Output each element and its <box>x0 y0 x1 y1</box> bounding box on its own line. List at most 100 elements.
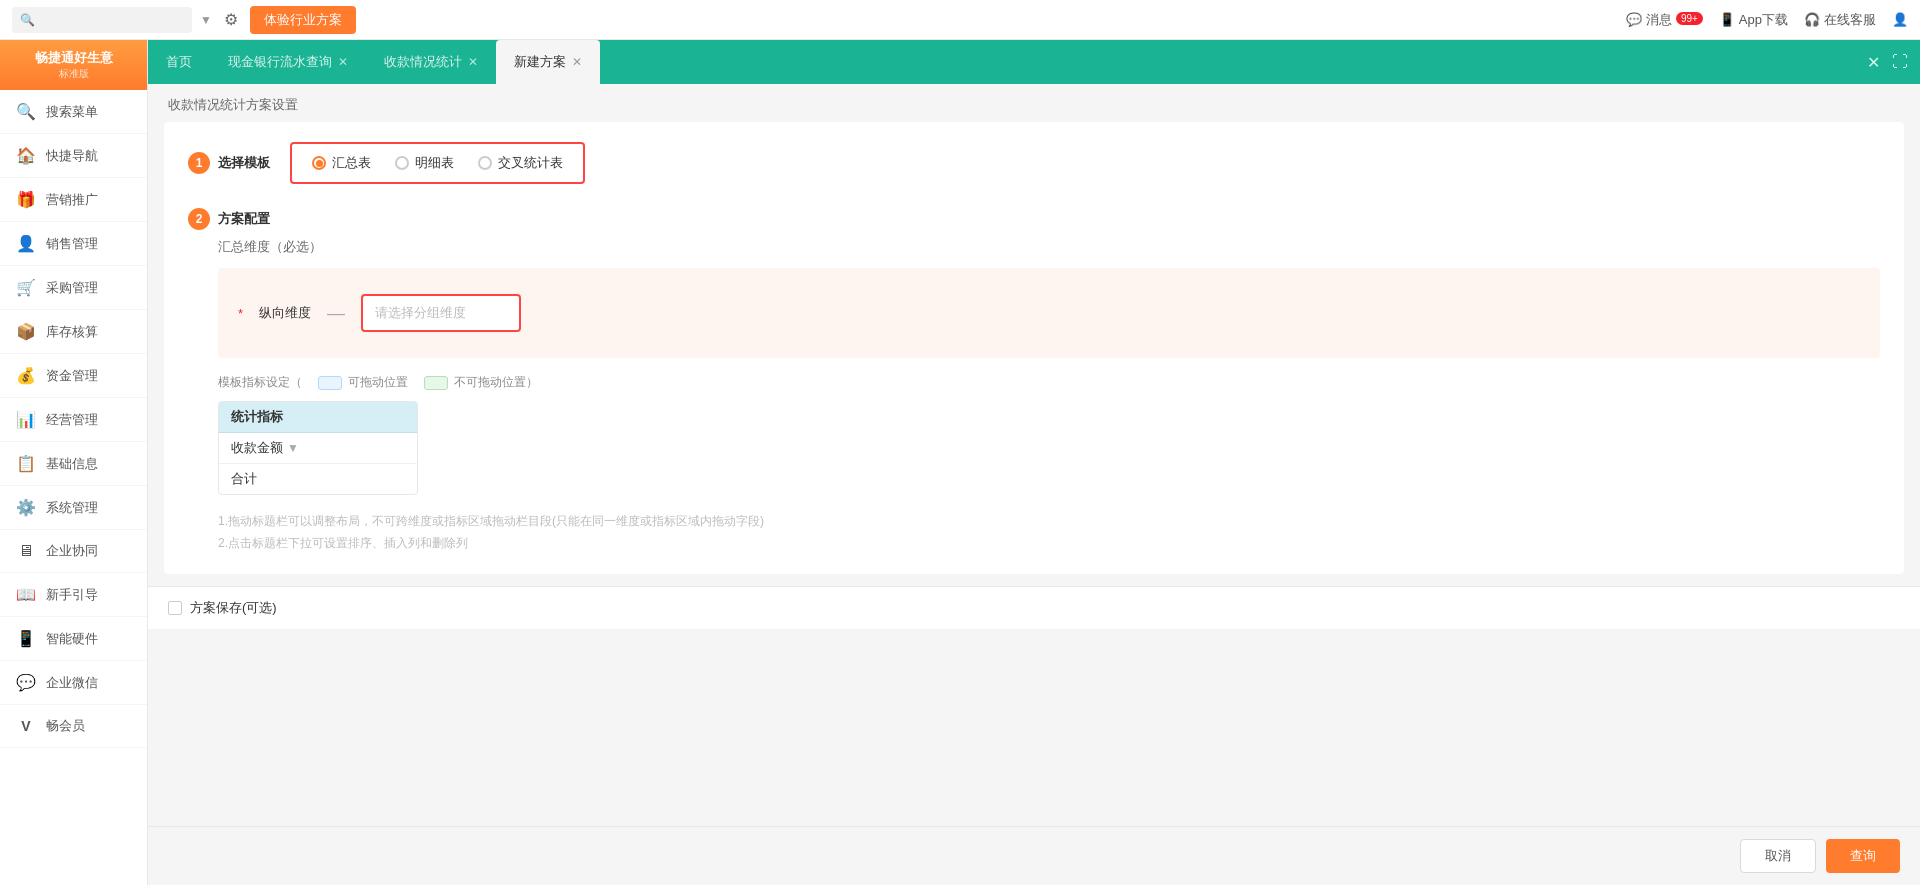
config-content: 汇总维度（必选） * 纵向维度 — 请选择分组维度 <box>188 238 1880 554</box>
dropdown-arrow-icon[interactable]: ▼ <box>200 13 212 27</box>
close-icon[interactable]: ✕ <box>1867 53 1880 72</box>
not-movable-color-box <box>424 376 448 390</box>
radio-summary[interactable]: 汇总表 <box>312 154 371 172</box>
hardware-icon: 📱 <box>16 629 36 648</box>
tab-bar: 首页 现金银行流水查询 ✕ 收款情况统计 ✕ 新建方案 ✕ ✕ ⛶ <box>148 40 1920 84</box>
tip2-text: 2.点击标题栏下拉可设置排序、插入列和删除列 <box>218 533 468 555</box>
content-area: 首页 现金银行流水查询 ✕ 收款情况统计 ✕ 新建方案 ✕ ✕ ⛶ 收款情况统计… <box>148 40 1920 885</box>
member-icon: V <box>16 718 36 734</box>
sidebar-item-collab[interactable]: 🖥 企业协同 <box>0 530 147 573</box>
info-icon: 📋 <box>16 454 36 473</box>
message-icon: 💬 <box>1626 12 1642 27</box>
chart-icon: 📊 <box>16 410 36 429</box>
page-content: 收款情况统计方案设置 1 选择模板 汇总表 明细表 <box>148 84 1920 826</box>
step2-row: 2 方案配置 <box>188 208 1880 230</box>
radio-circle-cross[interactable] <box>478 156 492 170</box>
col-dropdown-icon[interactable]: ▼ <box>287 441 299 455</box>
step1-num: 1 <box>188 152 210 174</box>
sidebar-item-system[interactable]: ⚙️ 系统管理 <box>0 486 147 530</box>
step1-row: 1 选择模板 汇总表 明细表 交叉统计表 <box>188 142 1880 184</box>
search-icon: 🔍 <box>20 13 35 27</box>
sidebar-item-guide[interactable]: 📖 新手引导 <box>0 573 147 617</box>
collab-icon: 🖥 <box>16 542 36 560</box>
movable-color-box <box>318 376 342 390</box>
sidebar-item-operation[interactable]: 📊 经营管理 <box>0 398 147 442</box>
logo: 畅捷通好生意 标准版 <box>0 40 147 90</box>
form-section: 1 选择模板 汇总表 明细表 交叉统计表 <box>164 122 1904 574</box>
step2-label: 方案配置 <box>218 210 270 228</box>
stat-table-col-row[interactable]: 收款金额 ▼ <box>219 433 417 464</box>
user-icon: 👤 <box>1892 12 1908 27</box>
download-icon: 📱 <box>1719 12 1735 27</box>
home-icon: 🏠 <box>16 146 36 165</box>
gift-icon: 🎁 <box>16 190 36 209</box>
sidebar-item-member[interactable]: V 畅会员 <box>0 705 147 748</box>
stat-table-header: 统计指标 <box>219 402 417 433</box>
indicator-meta-row: 模板指标设定（ 可拖动位置 不可拖动位置） <box>218 374 1880 391</box>
tab-bar-right: ✕ ⛶ <box>1867 53 1920 72</box>
tab-cash-flow[interactable]: 现金银行流水查询 ✕ <box>210 40 366 84</box>
tab-home[interactable]: 首页 <box>148 40 210 84</box>
search-icon: 🔍 <box>16 102 36 121</box>
tab-close-cash-flow[interactable]: ✕ <box>338 55 348 69</box>
sidebar-item-search[interactable]: 🔍 搜索菜单 <box>0 90 147 134</box>
indicator-section: 模板指标设定（ 可拖动位置 不可拖动位置） <box>218 374 1880 554</box>
tab-new-plan[interactable]: 新建方案 ✕ <box>496 40 600 84</box>
query-button[interactable]: 查询 <box>1826 839 1900 873</box>
tip2-row: 2.点击标题栏下拉可设置排序、插入列和删除列 <box>218 533 1880 555</box>
footer-bar: 取消 查询 <box>148 826 1920 885</box>
tab-close-collection-stat[interactable]: ✕ <box>468 55 478 69</box>
sidebar-item-finance[interactable]: 💰 资金管理 <box>0 354 147 398</box>
dimension-field-label: 纵向维度 <box>259 304 311 322</box>
sidebar: 畅捷通好生意 标准版 🔍 搜索菜单 🏠 快捷导航 🎁 营销推广 👤 销售管理 🛒… <box>0 40 148 885</box>
sidebar-item-nav[interactable]: 🏠 快捷导航 <box>0 134 147 178</box>
tip1-text: 1.拖动标题栏可以调整布局，不可跨维度或指标区域拖动栏目段(只能在同一维度或指标… <box>218 511 764 533</box>
sidebar-item-basic[interactable]: 📋 基础信息 <box>0 442 147 486</box>
money-icon: 💰 <box>16 366 36 385</box>
user-avatar[interactable]: 👤 <box>1892 12 1908 27</box>
movable-badge: 可拖动位置 <box>318 374 408 391</box>
indicator-title-text: 模板指标设定（ <box>218 374 302 391</box>
tab-close-new-plan[interactable]: ✕ <box>572 55 582 69</box>
col-label-item: 收款金额 ▼ <box>231 439 299 457</box>
asterisk-icon: * <box>238 306 243 321</box>
sidebar-item-hardware[interactable]: 📱 智能硬件 <box>0 617 147 661</box>
main-layout: 畅捷通好生意 标准版 🔍 搜索菜单 🏠 快捷导航 🎁 营销推广 👤 销售管理 🛒… <box>0 40 1920 885</box>
sidebar-item-wechat[interactable]: 💬 企业微信 <box>0 661 147 705</box>
sidebar-item-purchase[interactable]: 🛒 采购管理 <box>0 266 147 310</box>
service-icon: 🎧 <box>1804 12 1820 27</box>
dimension-select[interactable]: 请选择分组维度 <box>361 294 521 332</box>
dimension-row: * 纵向维度 — 请选择分组维度 <box>238 294 521 332</box>
message-item[interactable]: 💬 消息 99+ <box>1626 11 1703 29</box>
top-bar-right: 💬 消息 99+ 📱 App下载 🎧 在线客服 👤 <box>1626 11 1908 29</box>
box-icon: 📦 <box>16 322 36 341</box>
cart-icon: 🛒 <box>16 278 36 297</box>
guide-icon: 📖 <box>16 585 36 604</box>
search-box[interactable]: 🔍 <box>12 7 192 33</box>
save-checkbox[interactable] <box>168 601 182 615</box>
settings-icon: ⚙️ <box>16 498 36 517</box>
save-label: 方案保存(可选) <box>190 599 277 617</box>
trial-button[interactable]: 体验行业方案 <box>250 6 356 34</box>
step2-num: 2 <box>188 208 210 230</box>
radio-cross[interactable]: 交叉统计表 <box>478 154 563 172</box>
radio-detail[interactable]: 明细表 <box>395 154 454 172</box>
gear-icon[interactable]: ⚙ <box>224 10 238 29</box>
download-item[interactable]: 📱 App下载 <box>1719 11 1788 29</box>
expand-icon[interactable]: ⛶ <box>1892 53 1908 71</box>
stat-table-sum-row: 合计 <box>219 464 417 494</box>
wechat-icon: 💬 <box>16 673 36 692</box>
save-row: 方案保存(可选) <box>148 586 1920 629</box>
sidebar-item-inventory[interactable]: 📦 库存核算 <box>0 310 147 354</box>
sidebar-item-marketing[interactable]: 🎁 营销推广 <box>0 178 147 222</box>
sidebar-item-sales[interactable]: 👤 销售管理 <box>0 222 147 266</box>
cancel-button[interactable]: 取消 <box>1740 839 1816 873</box>
radio-circle-summary[interactable] <box>312 156 326 170</box>
service-item[interactable]: 🎧 在线客服 <box>1804 11 1876 29</box>
tip1-row: 1.拖动标题栏可以调整布局，不可跨维度或指标区域拖动栏目段(只能在同一维度或指标… <box>218 511 1880 533</box>
tips-section: 1.拖动标题栏可以调整布局，不可跨维度或指标区域拖动栏目段(只能在同一维度或指标… <box>218 511 1880 554</box>
radio-circle-detail[interactable] <box>395 156 409 170</box>
user-icon: 👤 <box>16 234 36 253</box>
stat-table: 统计指标 收款金额 ▼ 合计 <box>218 401 418 495</box>
tab-collection-stat[interactable]: 收款情况统计 ✕ <box>366 40 496 84</box>
